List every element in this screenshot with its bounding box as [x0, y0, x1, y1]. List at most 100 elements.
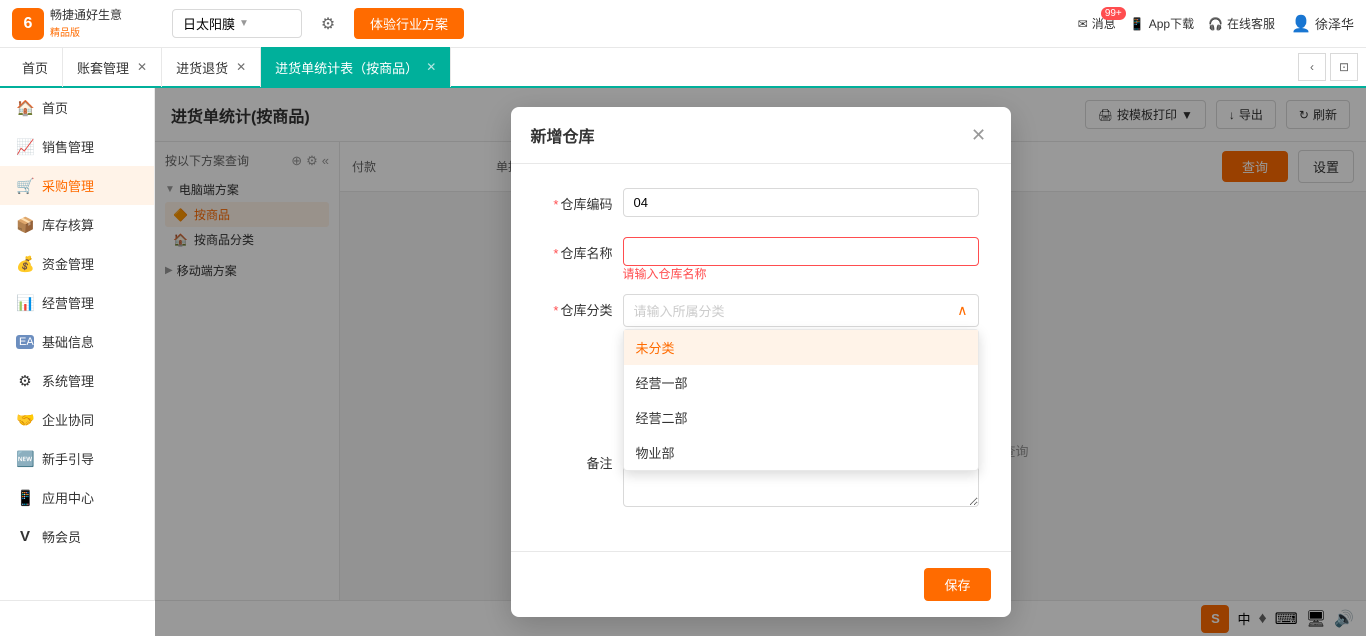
- sidebar-item-operations[interactable]: 📊 经营管理: [0, 283, 154, 322]
- sidebar-inventory-label: 库存核算: [42, 215, 94, 234]
- sidebar-basic-info-label: 基础信息: [42, 332, 94, 351]
- sidebar-item-sales[interactable]: 📈 销售管理: [0, 127, 154, 166]
- dropdown-item-dept2[interactable]: 经营二部: [624, 400, 978, 435]
- category-dropdown: 未分类 经营一部 经营二部 物业部: [623, 329, 979, 471]
- headset-icon: 🎧: [1208, 17, 1223, 31]
- online-service-item[interactable]: 🎧 在线客服: [1208, 15, 1275, 32]
- category-label: 仓库分类: [543, 294, 623, 319]
- code-input[interactable]: [623, 188, 979, 217]
- remark-label: 备注: [543, 447, 623, 472]
- inventory-icon: 📦: [16, 216, 34, 234]
- user-profile[interactable]: 👤 徐泽华: [1291, 14, 1354, 34]
- tab-purchase-return-label: 进货退货: [176, 58, 228, 77]
- sidebar-item-guide[interactable]: 🆕 新手引导: [0, 439, 154, 478]
- tab-prev-button[interactable]: ‹: [1298, 53, 1326, 81]
- header-right: ✉ 99+ 消息 📱 App下载 🎧 在线客服 👤 徐泽华: [1078, 14, 1354, 34]
- sidebar-system-label: 系统管理: [42, 371, 94, 390]
- logo-icon: 6: [12, 8, 44, 40]
- basic-info-icon: EA: [16, 335, 34, 349]
- modal-close-icon[interactable]: ✕: [967, 123, 991, 147]
- logo-text: 畅捷通好生意: [50, 8, 122, 24]
- tab-purchase-return-close-icon[interactable]: ✕: [236, 60, 246, 74]
- home-icon: 🏠: [16, 99, 34, 117]
- dropdown-item-dept1[interactable]: 经营一部: [624, 365, 978, 400]
- tab-purchase-stats-label: 进货单统计表（按商品）: [275, 58, 418, 77]
- sidebar-enterprise-label: 企业协同: [42, 410, 94, 429]
- sidebar-item-app-center[interactable]: 📱 应用中心: [0, 478, 154, 517]
- save-button[interactable]: 保存: [924, 568, 990, 601]
- name-input-container: 请输入仓库名称: [623, 237, 979, 266]
- tab-controls: ‹ ⊡: [1298, 53, 1358, 81]
- logo-text-group: 畅捷通好生意 精品版: [50, 8, 122, 39]
- tab-home[interactable]: 首页: [8, 47, 63, 87]
- tab-bar: 首页 账套管理 ✕ 进货退货 ✕ 进货单统计表（按商品） ✕ ‹ ⊡: [0, 48, 1366, 88]
- trial-button[interactable]: 体验行业方案: [354, 8, 464, 39]
- tab-purchase-stats-close-icon[interactable]: ✕: [426, 60, 436, 74]
- modal-footer: 保存: [511, 551, 1011, 617]
- dropdown-item-property[interactable]: 物业部: [624, 435, 978, 470]
- sidebar-finance-label: 资金管理: [42, 254, 94, 273]
- sidebar-item-purchase[interactable]: 🛒 采购管理: [0, 166, 154, 205]
- message-icon-item[interactable]: ✉ 99+ 消息: [1078, 15, 1116, 32]
- tab-account-close-icon[interactable]: ✕: [137, 60, 147, 74]
- sidebar-item-vip[interactable]: V 畅会员: [0, 517, 154, 556]
- finance-icon: 💰: [16, 255, 34, 273]
- logo-sub: 精品版: [50, 24, 122, 39]
- category-select-container: 请输入所属分类 ∧ 未分类 经营一部 经营二部 物业部: [623, 294, 979, 327]
- sidebar-item-inventory[interactable]: 📦 库存核算: [0, 205, 154, 244]
- operations-icon: 📊: [16, 294, 34, 312]
- logo-area: 6 畅捷通好生意 精品版: [12, 8, 162, 40]
- tab-home-label: 首页: [22, 58, 48, 77]
- category-row: 仓库分类 请输入所属分类 ∧ 未分类 经营一部 经营二部 物业: [543, 294, 979, 327]
- mobile-icon: 📱: [1130, 17, 1145, 31]
- category-arrow-up-icon: ∧: [957, 302, 967, 319]
- store-arrow-icon: ▼: [239, 18, 291, 29]
- header-icon-group: ✉ 99+ 消息 📱 App下载 🎧 在线客服: [1078, 15, 1275, 32]
- store-selector[interactable]: 日太阳膜 ▼: [172, 9, 302, 38]
- vip-icon: V: [16, 528, 34, 545]
- code-label: 仓库编码: [543, 188, 623, 213]
- category-select[interactable]: 请输入所属分类 ∧: [623, 294, 979, 327]
- modal-overlay: 新增仓库 ✕ 仓库编码 仓库名称 请输入仓库名称: [155, 88, 1366, 636]
- sidebar-item-home[interactable]: 🏠 首页: [0, 88, 154, 127]
- tab-next-button[interactable]: ⊡: [1330, 53, 1358, 81]
- code-row: 仓库编码: [543, 188, 979, 217]
- app-download-item[interactable]: 📱 App下载: [1130, 15, 1194, 32]
- sidebar-operations-label: 经营管理: [42, 293, 94, 312]
- modal-title: 新增仓库: [531, 123, 595, 147]
- sidebar-item-enterprise[interactable]: 🤝 企业协同: [0, 400, 154, 439]
- modal-body: 仓库编码 仓库名称 请输入仓库名称 仓库分类: [511, 164, 1011, 551]
- system-icon: ⚙: [16, 372, 34, 390]
- sidebar-item-system[interactable]: ⚙ 系统管理: [0, 361, 154, 400]
- tab-purchase-stats[interactable]: 进货单统计表（按商品） ✕: [261, 47, 451, 87]
- tab-account-label: 账套管理: [77, 58, 129, 77]
- name-row: 仓库名称 请输入仓库名称: [543, 237, 979, 266]
- sidebar-home-label: 首页: [42, 98, 68, 117]
- top-header: 6 畅捷通好生意 精品版 日太阳膜 ▼ ⚙ 体验行业方案 ✉ 99+ 消息 📱 …: [0, 0, 1366, 48]
- app-center-icon: 📱: [16, 489, 34, 507]
- name-input[interactable]: [623, 237, 979, 266]
- dropdown-item-unclassified[interactable]: 未分类: [624, 330, 978, 365]
- enterprise-icon: 🤝: [16, 411, 34, 429]
- sidebar-guide-label: 新手引导: [42, 449, 94, 468]
- category-placeholder: 请输入所属分类: [634, 301, 725, 320]
- sidebar-item-basic-info[interactable]: EA 基础信息: [0, 322, 154, 361]
- name-label: 仓库名称: [543, 237, 623, 262]
- tab-purchase-return[interactable]: 进货退货 ✕: [162, 47, 261, 87]
- online-service-label: 在线客服: [1227, 15, 1275, 32]
- sidebar-app-center-label: 应用中心: [42, 488, 94, 507]
- name-error-msg: 请输入仓库名称: [623, 265, 707, 282]
- modal-header: 新增仓库 ✕: [511, 107, 1011, 164]
- sales-icon: 📈: [16, 138, 34, 156]
- message-icon: ✉: [1078, 17, 1088, 31]
- tab-account[interactable]: 账套管理 ✕: [63, 47, 162, 87]
- warehouse-modal: 新增仓库 ✕ 仓库编码 仓库名称 请输入仓库名称: [511, 107, 1011, 617]
- sidebar-vip-label: 畅会员: [42, 527, 81, 546]
- purchase-icon: 🛒: [16, 177, 34, 195]
- content-area: 进货单统计(按商品) 🖨 按模板打印 ▼ ↓ 导出 ↻ 刷新: [155, 88, 1366, 636]
- sidebar-item-finance[interactable]: 💰 资金管理: [0, 244, 154, 283]
- user-avatar-icon: 👤: [1291, 14, 1311, 34]
- sidebar: 🏠 首页 📈 销售管理 🛒 采购管理 📦 库存核算 💰 资金管理 📊 经营管理 …: [0, 88, 155, 636]
- header-settings-icon[interactable]: ⚙: [312, 8, 344, 40]
- main-layout: 🏠 首页 📈 销售管理 🛒 采购管理 📦 库存核算 💰 资金管理 📊 经营管理 …: [0, 88, 1366, 636]
